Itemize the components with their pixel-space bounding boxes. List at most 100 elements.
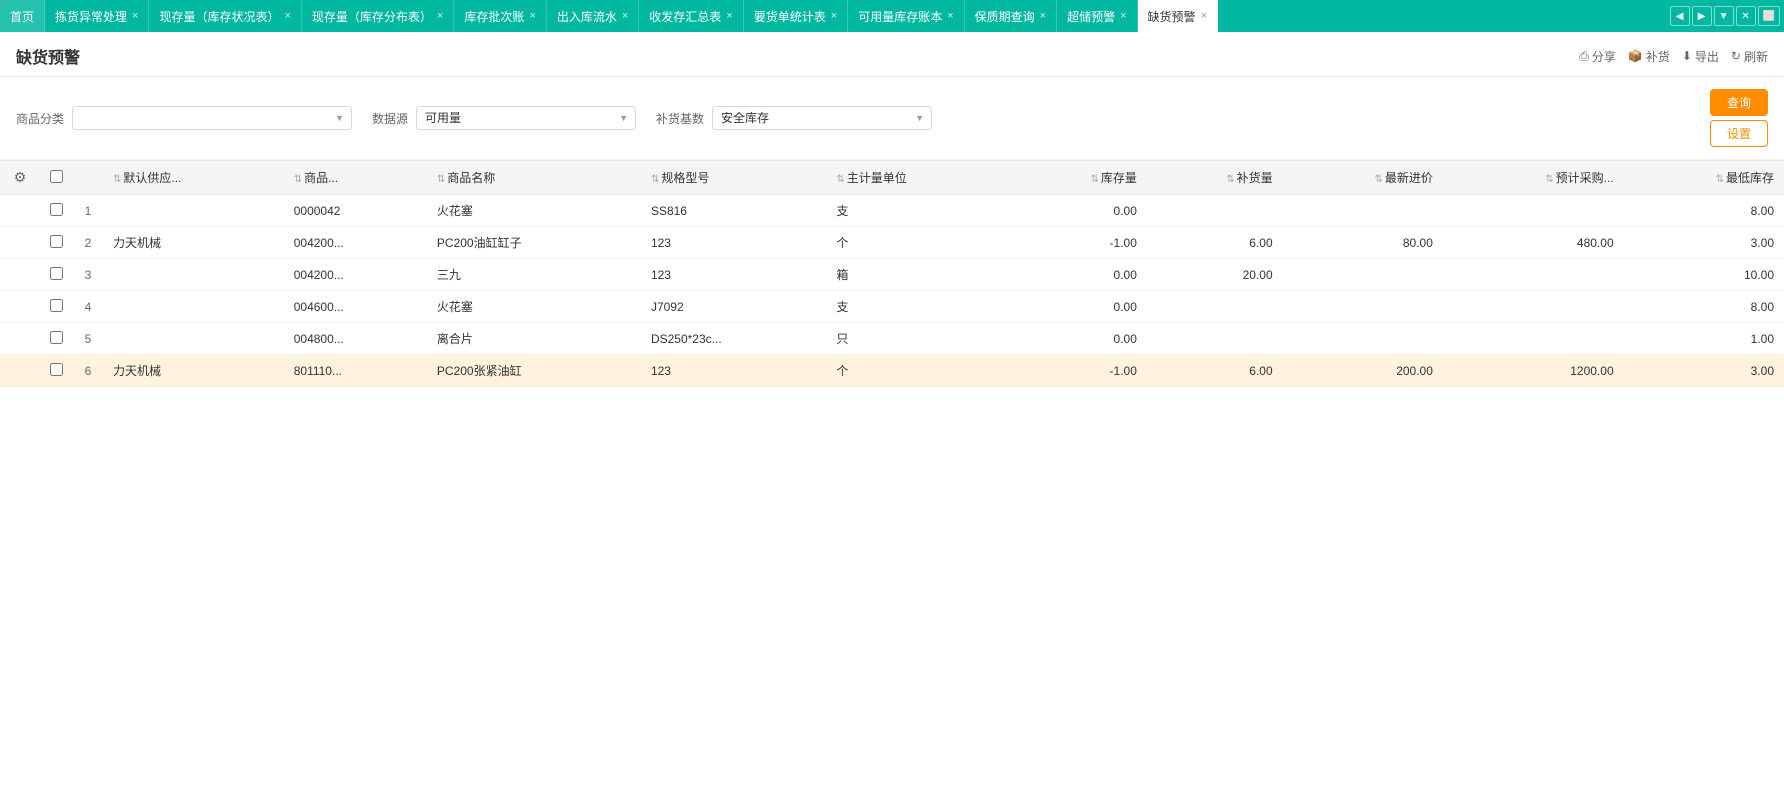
- tab-label: 现存量（库存状况表）: [159, 8, 279, 25]
- row-checkbox-1[interactable]: [50, 235, 63, 248]
- replenish-base-select[interactable]: 安全库存: [712, 106, 932, 130]
- col-unit[interactable]: ⇅主计量单位: [826, 161, 1011, 195]
- row-supplier: 力天机械: [103, 227, 284, 259]
- row-latest-price: 80.00: [1283, 227, 1443, 259]
- row-checkbox-0[interactable]: [50, 203, 63, 216]
- row-est-purchase: [1443, 195, 1624, 227]
- tab-close-shortage[interactable]: ×: [1201, 10, 1207, 22]
- category-filter-group: 商品分类: [16, 106, 352, 130]
- row-checkbox-4[interactable]: [50, 331, 63, 344]
- tab-abnormal[interactable]: 拣货异常处理 ×: [45, 0, 149, 32]
- tab-overstock[interactable]: 超储预警×: [1057, 0, 1137, 32]
- row-unit: 个: [826, 355, 1011, 387]
- settings-icon[interactable]: ⚙: [14, 169, 27, 185]
- row-checkbox-cell: [40, 323, 73, 355]
- replenish-button[interactable]: 📦 补货: [1628, 48, 1670, 65]
- row-stock: -1.00: [1011, 355, 1147, 387]
- row-num-cell: 5: [73, 323, 103, 355]
- row-checkbox-cell: [40, 227, 73, 259]
- col-product-name[interactable]: ⇅商品名称: [427, 161, 641, 195]
- row-checkbox-cell: [40, 195, 73, 227]
- tab-close-inout-flow[interactable]: ×: [622, 10, 628, 22]
- tab-close-all-button[interactable]: ✕: [1736, 6, 1756, 26]
- row-stock: 0.00: [1011, 323, 1147, 355]
- col-spec[interactable]: ⇅规格型号: [641, 161, 826, 195]
- row-num-cell: 1: [73, 195, 103, 227]
- row-est-purchase: [1443, 259, 1624, 291]
- row-checkbox-cell: [40, 259, 73, 291]
- export-button[interactable]: ⬇ 导出: [1682, 48, 1719, 65]
- tab-inventory-status[interactable]: 现存量（库存状况表） ×: [149, 0, 301, 32]
- replenish-base-select-wrapper: 安全库存: [712, 106, 932, 130]
- query-button[interactable]: 查询: [1710, 89, 1768, 116]
- col-stock[interactable]: ⇅库存量: [1011, 161, 1147, 195]
- row-num-cell: 2: [73, 227, 103, 259]
- row-unit: 个: [826, 227, 1011, 259]
- tab-prev-button[interactable]: ◀: [1670, 6, 1690, 26]
- tab-close-overstock[interactable]: ×: [1120, 10, 1126, 22]
- settings-button[interactable]: 设置: [1710, 120, 1768, 147]
- row-spec: SS816: [641, 195, 826, 227]
- tab-batch-account[interactable]: 库存批次账×: [454, 0, 546, 32]
- col-product-code[interactable]: ⇅商品...: [284, 161, 427, 195]
- tab-shortage[interactable]: 缺货预警 ×: [1138, 0, 1218, 32]
- tab-close-abnormal[interactable]: ×: [132, 10, 138, 22]
- table-row: 4 004600... 火花塞 J7092 支 0.00 8.00: [0, 291, 1784, 323]
- tab-label: 要货单统计表: [754, 8, 826, 25]
- row-actions-cell: [0, 355, 40, 387]
- tab-maximize-button[interactable]: ⬜: [1758, 6, 1780, 26]
- tab-inout-flow[interactable]: 出入库流水 ×: [547, 0, 639, 32]
- row-supplier: 力天机械: [103, 355, 284, 387]
- tab-close-expiry[interactable]: ×: [1040, 10, 1046, 22]
- category-select[interactable]: [72, 106, 352, 130]
- tab-close-inventory-status[interactable]: ×: [284, 10, 290, 22]
- table-header-row: ⚙ ⇅默认供应... ⇅商品... ⇅商品名称: [0, 161, 1784, 195]
- col-est-purchase[interactable]: ⇅预计采购...: [1443, 161, 1624, 195]
- col-replenish[interactable]: ⇅补货量: [1147, 161, 1283, 195]
- tab-available[interactable]: 可用量库存账本×: [848, 0, 964, 32]
- tab-expiry[interactable]: 保质期查询×: [965, 0, 1057, 32]
- tab-close-batch-account[interactable]: ×: [529, 10, 535, 22]
- tab-close-inventory-dist[interactable]: ×: [437, 10, 443, 22]
- tab-order-stat[interactable]: 要货单统计表 ×: [744, 0, 848, 32]
- row-product-name: 火花塞: [427, 291, 641, 323]
- row-replenish: 20.00: [1147, 259, 1283, 291]
- row-actions-cell: [0, 291, 40, 323]
- datasource-select[interactable]: 可用量: [416, 106, 636, 130]
- col-latest-price[interactable]: ⇅最新进价: [1283, 161, 1443, 195]
- row-min-stock: 1.00: [1624, 323, 1784, 355]
- row-checkbox-cell: [40, 355, 73, 387]
- select-all-checkbox[interactable]: [50, 170, 63, 183]
- row-checkbox-5[interactable]: [50, 363, 63, 376]
- refresh-icon: ↻: [1731, 49, 1741, 63]
- tab-next-button[interactable]: ▶: [1692, 6, 1712, 26]
- data-table: ⚙ ⇅默认供应... ⇅商品... ⇅商品名称: [0, 160, 1784, 387]
- table-row: 2 力天机械 004200... PC200油缸缸子 123 个 -1.00 6…: [0, 227, 1784, 259]
- tab-close-collection[interactable]: ×: [726, 10, 732, 22]
- table-body: 1 0000042 火花塞 SS816 支 0.00 8.00 2 力天机械 0…: [0, 195, 1784, 387]
- tab-menu-button[interactable]: ▼: [1714, 6, 1734, 26]
- tab-home[interactable]: 首页: [0, 0, 45, 32]
- tab-label: 缺货预警: [1148, 8, 1196, 25]
- row-latest-price: [1283, 323, 1443, 355]
- col-min-stock[interactable]: ⇅最低库存: [1624, 161, 1784, 195]
- tab-collection[interactable]: 收发存汇总表×: [639, 0, 743, 32]
- refresh-button[interactable]: ↻ 刷新: [1731, 48, 1768, 65]
- col-settings[interactable]: ⚙: [0, 161, 40, 195]
- tab-close-order-stat[interactable]: ×: [831, 10, 837, 22]
- tab-label: 拣货异常处理: [55, 8, 127, 25]
- table-row: 6 力天机械 801110... PC200张紧油缸 123 个 -1.00 6…: [0, 355, 1784, 387]
- table-row: 1 0000042 火花塞 SS816 支 0.00 8.00: [0, 195, 1784, 227]
- share-button[interactable]: ⎙ 分享: [1579, 48, 1616, 65]
- row-checkbox-2[interactable]: [50, 267, 63, 280]
- tab-label: 出入库流水: [557, 8, 617, 25]
- col-supplier[interactable]: ⇅默认供应...: [103, 161, 284, 195]
- row-stock: 0.00: [1011, 259, 1147, 291]
- share-icon: ⎙: [1579, 49, 1589, 64]
- row-checkbox-3[interactable]: [50, 299, 63, 312]
- tab-label: 首页: [10, 8, 34, 25]
- tab-close-available[interactable]: ×: [947, 10, 953, 22]
- tab-inventory-dist[interactable]: 现存量（库存分布表）×: [302, 0, 454, 32]
- row-num-cell: 3: [73, 259, 103, 291]
- row-unit: 支: [826, 291, 1011, 323]
